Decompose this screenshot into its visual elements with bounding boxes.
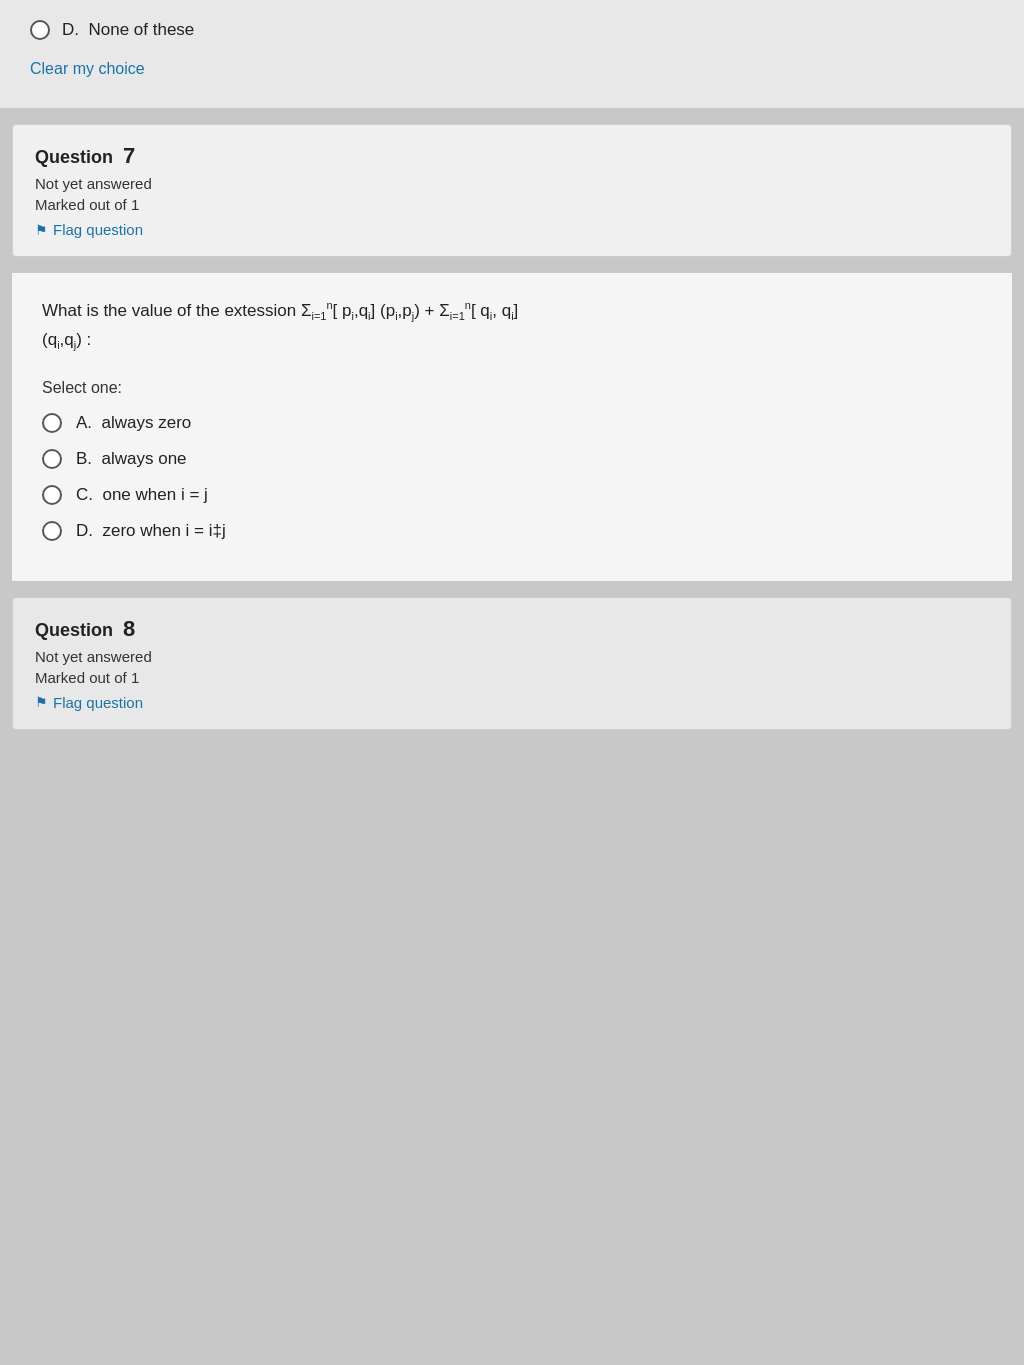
option-c-row: C. one when i = j	[42, 485, 982, 505]
option-c-letter: C.	[76, 485, 93, 505]
option-b-row: B. always one	[42, 449, 982, 469]
question7-number: 7	[123, 143, 135, 168]
question7-title: Question 7	[35, 143, 989, 169]
option-d-letter: D.	[76, 521, 93, 541]
question7-body: What is the value of the extession Σi=1n…	[12, 273, 1012, 581]
option-d-row: D. zero when i = i‡j	[42, 521, 982, 541]
question8-flag-label: Flag question	[53, 694, 143, 711]
flag8-icon: ⚑	[35, 694, 48, 710]
prev-radio-d[interactable]	[30, 20, 50, 40]
answer-options-list: A. always zero B. always one C. one when…	[42, 413, 982, 541]
question7-label: Question	[35, 147, 113, 167]
option-b-letter: B.	[76, 449, 92, 469]
prev-option-d-text: None of these	[88, 20, 194, 40]
question8-marked: Marked out of 1	[35, 669, 989, 686]
prev-question-section: D. None of these Clear my choice	[0, 0, 1024, 108]
option-b-text: always one	[102, 449, 187, 469]
radio-a[interactable]	[42, 413, 62, 433]
question7-marked: Marked out of 1	[35, 196, 989, 213]
option-a-row: A. always zero	[42, 413, 982, 433]
prev-option-d-label: D.	[62, 20, 79, 40]
clear-choice-label: Clear my choice	[30, 60, 145, 77]
option-d-text: zero when i = i‡j	[102, 521, 225, 541]
question8-label: Question	[35, 620, 113, 640]
question8-title: Question 8	[35, 616, 989, 642]
option-a-letter: A.	[76, 413, 92, 433]
question7-flag-link[interactable]: ⚑ Flag question	[35, 221, 989, 238]
question8-info-card: Question 8 Not yet answered Marked out o…	[12, 597, 1012, 730]
question7-status: Not yet answered	[35, 175, 989, 192]
question8-number: 8	[123, 616, 135, 641]
radio-b[interactable]	[42, 449, 62, 469]
question7-text: What is the value of the extession Σi=1n…	[42, 297, 982, 355]
question7-info-card: Question 7 Not yet answered Marked out o…	[12, 124, 1012, 257]
option-c-text: one when i = j	[102, 485, 207, 505]
question8-flag-link[interactable]: ⚑ Flag question	[35, 694, 989, 711]
prev-option-d-row: D. None of these	[30, 20, 994, 40]
page-wrapper: D. None of these Clear my choice Questio…	[0, 0, 1024, 1365]
radio-d[interactable]	[42, 521, 62, 541]
flag-icon: ⚑	[35, 222, 48, 238]
clear-choice-link[interactable]: Clear my choice	[30, 60, 145, 78]
select-one-label: Select one:	[42, 379, 982, 397]
radio-c[interactable]	[42, 485, 62, 505]
option-a-text: always zero	[102, 413, 192, 433]
question8-status: Not yet answered	[35, 648, 989, 665]
question7-flag-label: Flag question	[53, 221, 143, 238]
